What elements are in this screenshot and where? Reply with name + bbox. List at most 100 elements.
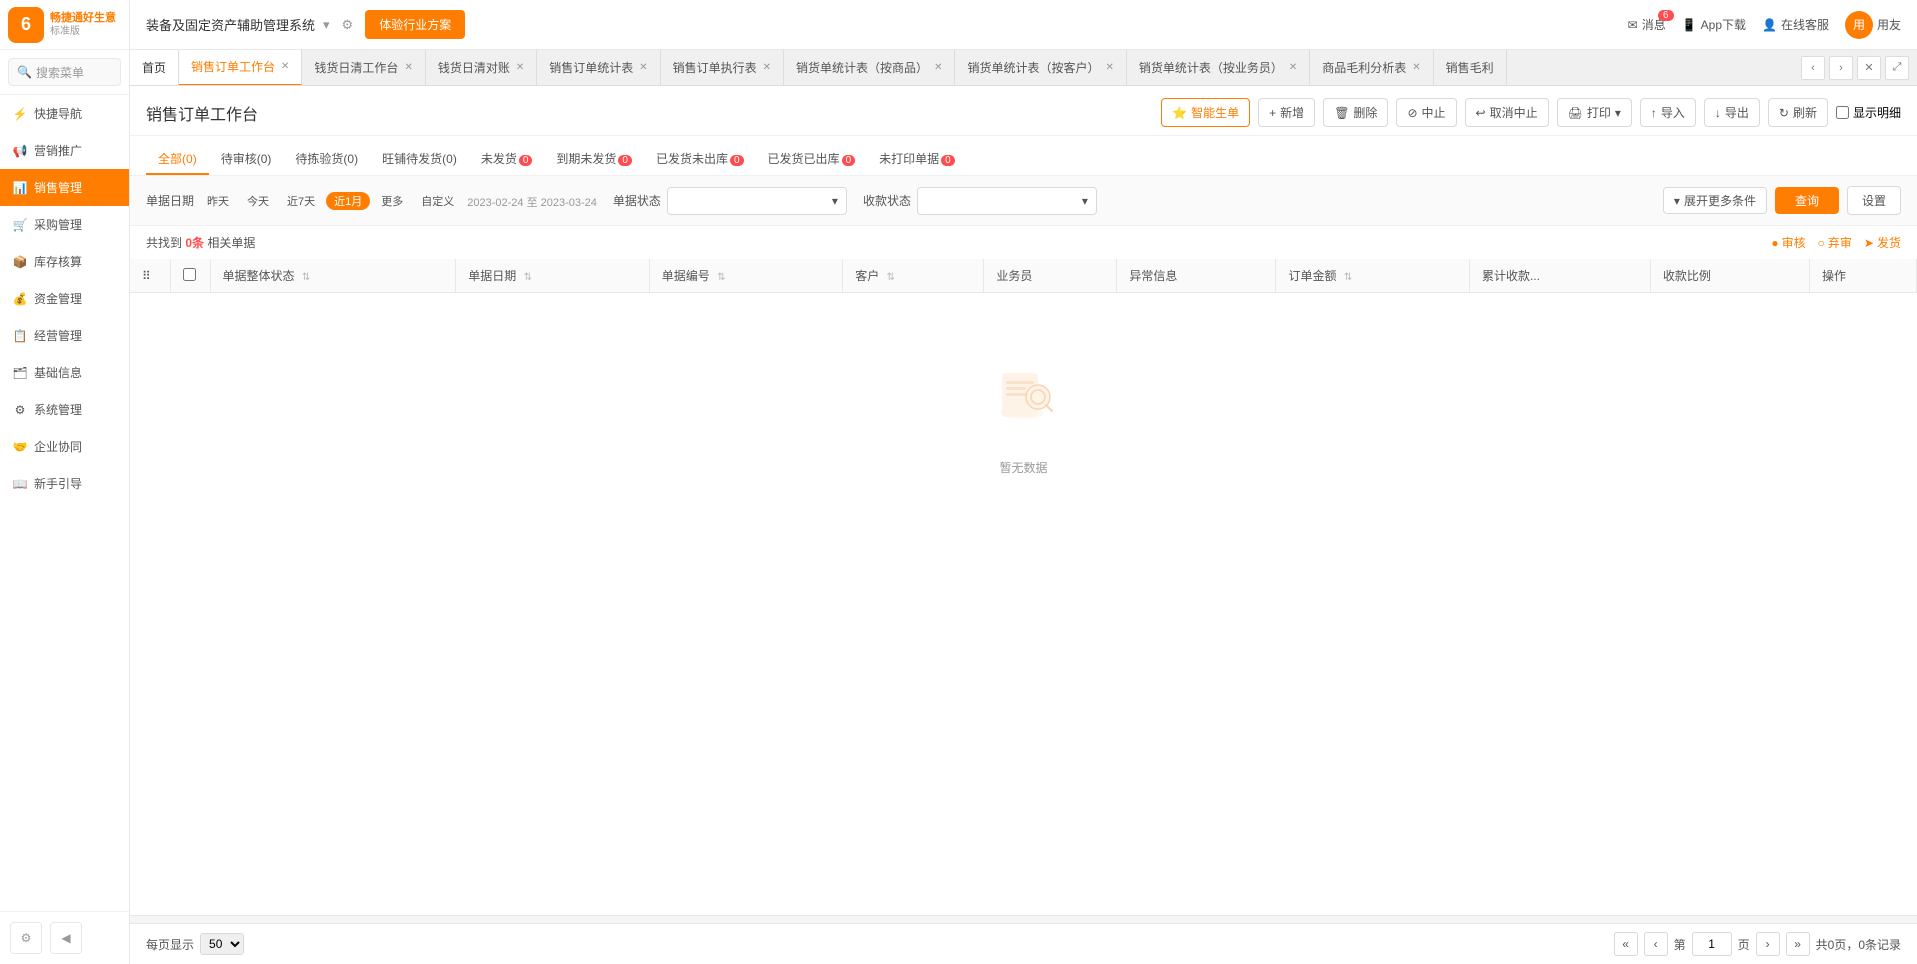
suspend-icon: ⊘: [1407, 106, 1417, 120]
th-abnormal: 异常信息: [1117, 259, 1276, 293]
sub-tab-not-shipped[interactable]: 未发货0: [469, 144, 545, 175]
review-action-btn[interactable]: ● 审核: [1771, 234, 1805, 251]
message-btn[interactable]: ✉ 消息 6: [1628, 16, 1666, 33]
sidebar-item-inventory[interactable]: 📦 库存核算: [0, 243, 129, 280]
sidebar-item-finance[interactable]: 💰 资金管理: [0, 280, 129, 317]
tab-sales-exec[interactable]: 销售订单执行表 ✕: [661, 50, 784, 86]
gear-icon[interactable]: ⚙: [342, 17, 354, 33]
sidebar-item-system[interactable]: ⚙ 系统管理: [0, 391, 129, 428]
tab-cash-reconcile[interactable]: 钱货日清对账 ✕: [426, 50, 537, 86]
setting-button[interactable]: 设置: [1847, 186, 1901, 215]
query-button[interactable]: 查询: [1775, 187, 1839, 214]
sub-tab-wangpu-deliver[interactable]: 旺铺待发货(0): [370, 144, 469, 175]
sub-tab-pending-check[interactable]: 待拣验货(0): [283, 144, 370, 175]
date-btn-7days[interactable]: 近7天: [280, 190, 322, 212]
sidebar-item-sales[interactable]: 📊 销售管理: [0, 169, 129, 206]
tab-close-icon[interactable]: ✕: [763, 62, 771, 73]
sidebar-item-operations[interactable]: 📋 经营管理: [0, 317, 129, 354]
th-checkbox[interactable]: [170, 259, 210, 293]
date-btn-1month[interactable]: 近1月: [326, 192, 370, 210]
tab-close-all-btn[interactable]: ✕: [1857, 56, 1881, 80]
sub-tab-shipped-out[interactable]: 已发货已出库0: [756, 144, 868, 175]
export-button[interactable]: ↓ 导出: [1704, 98, 1760, 127]
tab-fullscreen-btn[interactable]: ⤢: [1885, 56, 1909, 80]
sidebar-search-btn[interactable]: 🔍 搜索菜单: [8, 58, 121, 86]
tab-sales-product[interactable]: 销货单统计表（按商品） ✕: [784, 50, 955, 86]
date-btn-yesterday[interactable]: 昨天: [200, 190, 236, 212]
th-customer: 客户 ⇅: [843, 259, 984, 293]
first-page-btn[interactable]: «: [1614, 932, 1638, 956]
user-area[interactable]: 用 用友: [1845, 11, 1901, 39]
add-button[interactable]: + 新增: [1258, 98, 1315, 127]
status-select[interactable]: ▾: [667, 187, 847, 215]
sidebar-item-purchase[interactable]: 🛒 采购管理: [0, 206, 129, 243]
sidebar: 6 畅捷通好生意 标准版 🔍 搜索菜单 ⚡ 快捷导航 📢 营销推广 📊 销售管理…: [0, 0, 130, 964]
download-icon: 📱: [1682, 18, 1697, 32]
tab-close-icon[interactable]: ✕: [1412, 62, 1420, 73]
tab-label: 销货单统计表（按客户）: [967, 59, 1099, 76]
horizontal-scrollbar[interactable]: [130, 915, 1917, 923]
page-input[interactable]: [1692, 932, 1732, 956]
delete-button[interactable]: 🗑 删除: [1323, 98, 1388, 127]
tab-margin-analysis[interactable]: 商品毛利分析表 ✕: [1310, 50, 1433, 86]
date-btn-today[interactable]: 今天: [240, 190, 276, 212]
cancel-review-action-btn[interactable]: ○ 弃审: [1818, 234, 1852, 251]
not-printed-badge: 0: [941, 155, 955, 166]
last-page-btn[interactable]: »: [1786, 932, 1810, 956]
tab-close-icon[interactable]: ✕: [934, 62, 942, 73]
tab-close-icon[interactable]: ✕: [639, 62, 647, 73]
sidebar-item-quick-nav[interactable]: ⚡ 快捷导航: [0, 95, 129, 132]
ai-generate-button[interactable]: ⭐ 智能生单: [1161, 98, 1250, 127]
sidebar-item-enterprise[interactable]: 🤝 企业协同: [0, 428, 129, 465]
th-collected: 累计收款...: [1469, 259, 1650, 293]
tab-sales-stats[interactable]: 销售订单统计表 ✕: [537, 50, 660, 86]
app-download-btn[interactable]: 📱 App下载: [1682, 16, 1746, 33]
sidebar-item-marketing[interactable]: 📢 营销推广: [0, 132, 129, 169]
tab-cash-daily[interactable]: 钱货日清工作台 ✕: [302, 50, 425, 86]
sub-tab-all[interactable]: 全部(0): [146, 144, 209, 175]
sub-tab-overdue-not-ship[interactable]: 到期未发货0: [544, 144, 644, 175]
sub-tab-pending-review[interactable]: 待审核(0): [209, 144, 284, 175]
suspend-button[interactable]: ⊘ 中止: [1396, 98, 1456, 127]
page-size-label: 每页显示: [146, 936, 194, 953]
date-btn-more[interactable]: 更多: [374, 190, 410, 212]
sidebar-collapse-btn[interactable]: ◀: [50, 922, 82, 954]
sub-tab-shipped-not-out[interactable]: 已发货未出库0: [644, 144, 756, 175]
tab-sales-customer[interactable]: 销货单统计表（按客户） ✕: [955, 50, 1126, 86]
refresh-button[interactable]: ↻ 刷新: [1768, 98, 1828, 127]
select-all-checkbox[interactable]: [183, 268, 196, 281]
cancel-suspend-button[interactable]: ↩ 取消中止: [1465, 98, 1549, 127]
solution-button[interactable]: 体验行业方案: [365, 10, 465, 39]
tab-label: 销售订单工作台: [191, 58, 275, 75]
tab-close-icon[interactable]: ✕: [404, 62, 412, 73]
search-label: 搜索菜单: [36, 64, 84, 81]
tab-next-btn[interactable]: ›: [1829, 56, 1853, 80]
tab-sales-employee[interactable]: 销货单统计表（按业务员） ✕: [1127, 50, 1310, 86]
next-page-btn[interactable]: ›: [1756, 932, 1780, 956]
payment-select[interactable]: ▾: [917, 187, 1097, 215]
sidebar-item-basic-info[interactable]: 🗂 基础信息: [0, 354, 129, 391]
tab-home[interactable]: 首页: [130, 50, 179, 86]
sub-tab-not-printed[interactable]: 未打印单据0: [867, 144, 967, 175]
expand-conditions-btn[interactable]: ▾ 展开更多条件: [1663, 187, 1767, 214]
tab-prev-btn[interactable]: ‹: [1801, 56, 1825, 80]
tab-sales-rate[interactable]: 销售毛利: [1434, 50, 1507, 86]
tab-close-icon[interactable]: ✕: [281, 61, 289, 72]
show-detail-label[interactable]: 显示明细: [1836, 104, 1901, 121]
sidebar-settings-btn[interactable]: ⚙: [10, 922, 42, 954]
page-size-select[interactable]: 50: [200, 933, 244, 955]
ship-action-btn[interactable]: ➤ 发货: [1864, 234, 1901, 251]
tab-close-icon[interactable]: ✕: [1289, 62, 1297, 73]
tab-close-icon[interactable]: ✕: [1105, 62, 1113, 73]
date-btn-custom[interactable]: 自定义: [414, 190, 461, 212]
prev-page-btn[interactable]: ‹: [1644, 932, 1668, 956]
print-button[interactable]: 🖨 打印 ▾: [1557, 98, 1632, 127]
tab-close-icon[interactable]: ✕: [516, 62, 524, 73]
tab-sales-workbench[interactable]: 销售订单工作台 ✕: [179, 50, 302, 86]
online-service-btn[interactable]: 👤 在线客服: [1762, 16, 1829, 33]
sidebar-item-guide[interactable]: 📖 新手引导: [0, 465, 129, 502]
status-filter: 单据状态 ▾: [613, 187, 847, 215]
import-button[interactable]: ↑ 导入: [1640, 98, 1696, 127]
pagination: 每页显示 50 « ‹ 第 页 › » 共0页，0条记录: [130, 923, 1917, 964]
show-detail-checkbox[interactable]: [1836, 106, 1849, 119]
